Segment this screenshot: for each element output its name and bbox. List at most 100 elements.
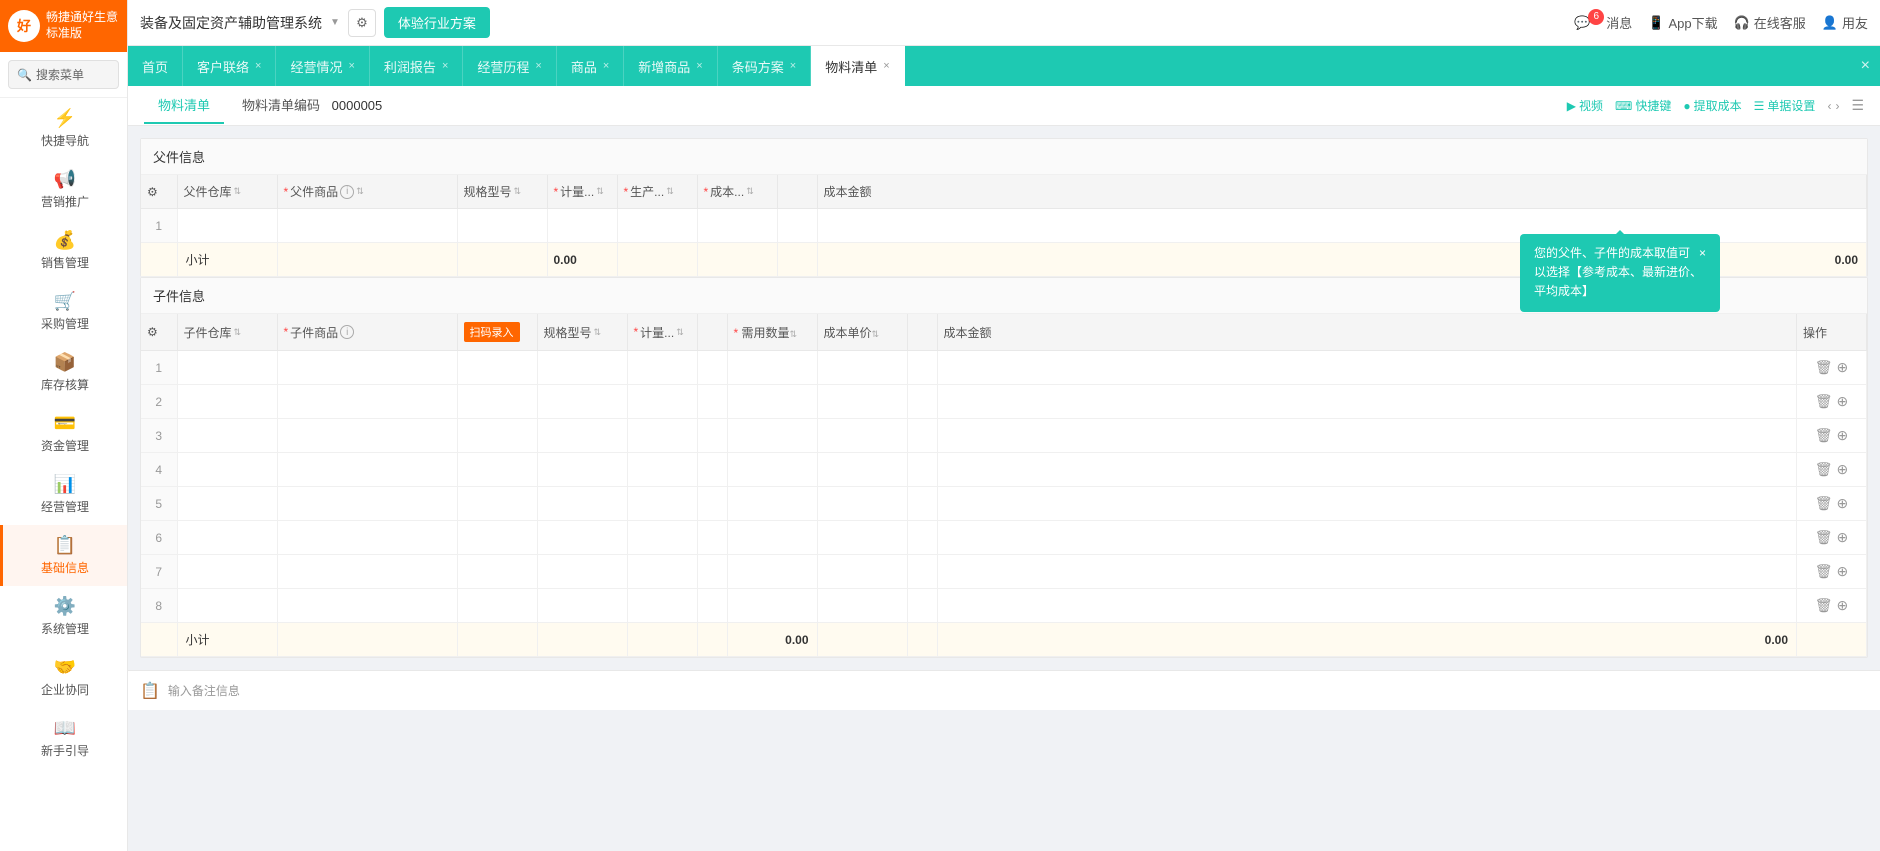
copy-icon-4[interactable]: ⊕ <box>1837 461 1849 478</box>
parent-cell-unit-1[interactable] <box>547 209 617 243</box>
child-cell-qty-7[interactable] <box>727 555 817 589</box>
app-download-button[interactable]: 📱 App下载 <box>1648 13 1717 32</box>
child-cell-scan-8[interactable] <box>457 589 537 623</box>
child-cell-product-5[interactable] <box>277 487 457 521</box>
child-cell-warehouse-1[interactable] <box>177 351 277 385</box>
child-cell-unit-8[interactable] <box>627 589 697 623</box>
child-cell-qty-8[interactable] <box>727 589 817 623</box>
child-cell-warehouse-3[interactable] <box>177 419 277 453</box>
child-cell-qty-3[interactable] <box>727 419 817 453</box>
trial-button[interactable]: 体验行业方案 <box>384 7 490 38</box>
note-icon[interactable]: 📋 <box>140 681 160 701</box>
child-cell-unit-2[interactable] <box>627 385 697 419</box>
nav-tab-7[interactable]: 条码方案× <box>718 46 811 86</box>
child-cell-price-3[interactable] <box>817 419 907 453</box>
child-cell-scan-1[interactable] <box>457 351 537 385</box>
child-cell-spec-6[interactable] <box>537 521 627 555</box>
nav-tab-2[interactable]: 经营情况× <box>276 46 369 86</box>
close-all-tabs-button[interactable]: × <box>1851 46 1880 86</box>
child-cell-scan-3[interactable] <box>457 419 537 453</box>
child-cell-price-2[interactable] <box>817 385 907 419</box>
nav-tab-5[interactable]: 商品× <box>557 46 624 86</box>
child-cell-scan-4[interactable] <box>457 453 537 487</box>
child-cell-product-3[interactable] <box>277 419 457 453</box>
sub-tab-bom[interactable]: 物料清单 <box>144 87 224 124</box>
user-button[interactable]: 👤 用友 <box>1822 13 1868 32</box>
child-cell-scan-7[interactable] <box>457 555 537 589</box>
sidebar-item-enterprise[interactable]: 🤝企业协同 <box>0 647 127 708</box>
child-cell-price-7[interactable] <box>817 555 907 589</box>
sidebar-item-inventory[interactable]: 📦库存核算 <box>0 342 127 403</box>
tab-close-6[interactable]: × <box>696 60 702 72</box>
delete-icon-3[interactable]: 🗑 <box>1815 427 1833 444</box>
child-cell-scan-5[interactable] <box>457 487 537 521</box>
sidebar-item-system[interactable]: ⚙️系统管理 <box>0 586 127 647</box>
messages-button[interactable]: 💬 6 消息 <box>1574 13 1632 32</box>
child-cell-price-4[interactable] <box>817 453 907 487</box>
delete-icon-8[interactable]: 🗑 <box>1815 597 1833 614</box>
scan-input-button[interactable]: 扫码录入 <box>464 322 520 342</box>
sub-tab-code[interactable]: 物料清单编码 0000005 <box>228 87 396 124</box>
child-cell-warehouse-7[interactable] <box>177 555 277 589</box>
tab-close-4[interactable]: × <box>535 60 541 72</box>
child-col-settings[interactable]: ⚙ <box>141 314 177 351</box>
copy-icon-6[interactable]: ⊕ <box>1837 529 1849 546</box>
child-cell-price-1[interactable] <box>817 351 907 385</box>
parent-cell-product-1[interactable] <box>277 209 457 243</box>
child-cell-product-6[interactable] <box>277 521 457 555</box>
child-cell-product-7[interactable] <box>277 555 457 589</box>
child-cell-spec-8[interactable] <box>537 589 627 623</box>
child-cell-product-4[interactable] <box>277 453 457 487</box>
grid-view-button[interactable]: ☰ <box>1851 97 1864 114</box>
child-cell-spec-3[interactable] <box>537 419 627 453</box>
child-cell-product-8[interactable] <box>277 589 457 623</box>
child-cell-warehouse-6[interactable] <box>177 521 277 555</box>
child-cell-warehouse-8[interactable] <box>177 589 277 623</box>
child-cell-spec-5[interactable] <box>537 487 627 521</box>
tab-close-1[interactable]: × <box>255 60 261 72</box>
copy-icon-8[interactable]: ⊕ <box>1837 597 1849 614</box>
parent-cell-produce-1[interactable] <box>617 209 697 243</box>
child-cell-scan-2[interactable] <box>457 385 537 419</box>
tab-close-7[interactable]: × <box>790 60 796 72</box>
child-cell-unit-4[interactable] <box>627 453 697 487</box>
copy-icon-2[interactable]: ⊕ <box>1837 393 1849 410</box>
parent-cell-spec-1[interactable] <box>457 209 547 243</box>
child-cell-unit-3[interactable] <box>627 419 697 453</box>
nav-tab-0[interactable]: 首页 <box>128 46 183 86</box>
child-cell-unit-7[interactable] <box>627 555 697 589</box>
nav-tab-1[interactable]: 客户联络× <box>183 46 276 86</box>
delete-icon-5[interactable]: 🗑 <box>1815 495 1833 512</box>
child-cell-unit-1[interactable] <box>627 351 697 385</box>
parent-col-settings[interactable]: ⚙ <box>141 175 177 209</box>
child-cell-unit-5[interactable] <box>627 487 697 521</box>
sidebar-item-sales[interactable]: 💰销售管理 <box>0 220 127 281</box>
child-cell-spec-1[interactable] <box>537 351 627 385</box>
child-cell-spec-2[interactable] <box>537 385 627 419</box>
system-dropdown-icon[interactable]: ▼ <box>330 17 340 28</box>
sidebar-item-marketing[interactable]: 📢营销推广 <box>0 159 127 220</box>
video-button[interactable]: ▶ 视频 <box>1567 97 1603 114</box>
child-cell-product-2[interactable] <box>277 385 457 419</box>
settings-gear-button[interactable]: ⚙ <box>348 9 376 37</box>
child-cell-price-8[interactable] <box>817 589 907 623</box>
online-service-button[interactable]: 🎧 在线客服 <box>1734 13 1806 32</box>
nav-tab-6[interactable]: 新增商品× <box>624 46 717 86</box>
child-cell-warehouse-2[interactable] <box>177 385 277 419</box>
child-cell-price-6[interactable] <box>817 521 907 555</box>
sidebar-item-quicknav[interactable]: ⚡快捷导航 <box>0 98 127 159</box>
delete-icon-6[interactable]: 🗑 <box>1815 529 1833 546</box>
tab-close-8[interactable]: × <box>883 60 889 72</box>
extract-cost-button[interactable]: ● 提取成本 <box>1683 97 1741 114</box>
parent-cell-warehouse-1[interactable] <box>177 209 277 243</box>
child-cell-qty-1[interactable] <box>727 351 817 385</box>
child-cell-qty-4[interactable] <box>727 453 817 487</box>
child-cell-product-1[interactable] <box>277 351 457 385</box>
copy-icon-3[interactable]: ⊕ <box>1837 427 1849 444</box>
child-cell-qty-5[interactable] <box>727 487 817 521</box>
child-cell-spec-4[interactable] <box>537 453 627 487</box>
note-hint[interactable]: 输入备注信息 <box>168 682 240 699</box>
search-menu-button[interactable]: 🔍 搜索菜单 <box>8 60 119 89</box>
shortcut-button[interactable]: ⌨ 快捷键 <box>1615 97 1671 114</box>
sidebar-item-purchase[interactable]: 🛒采购管理 <box>0 281 127 342</box>
